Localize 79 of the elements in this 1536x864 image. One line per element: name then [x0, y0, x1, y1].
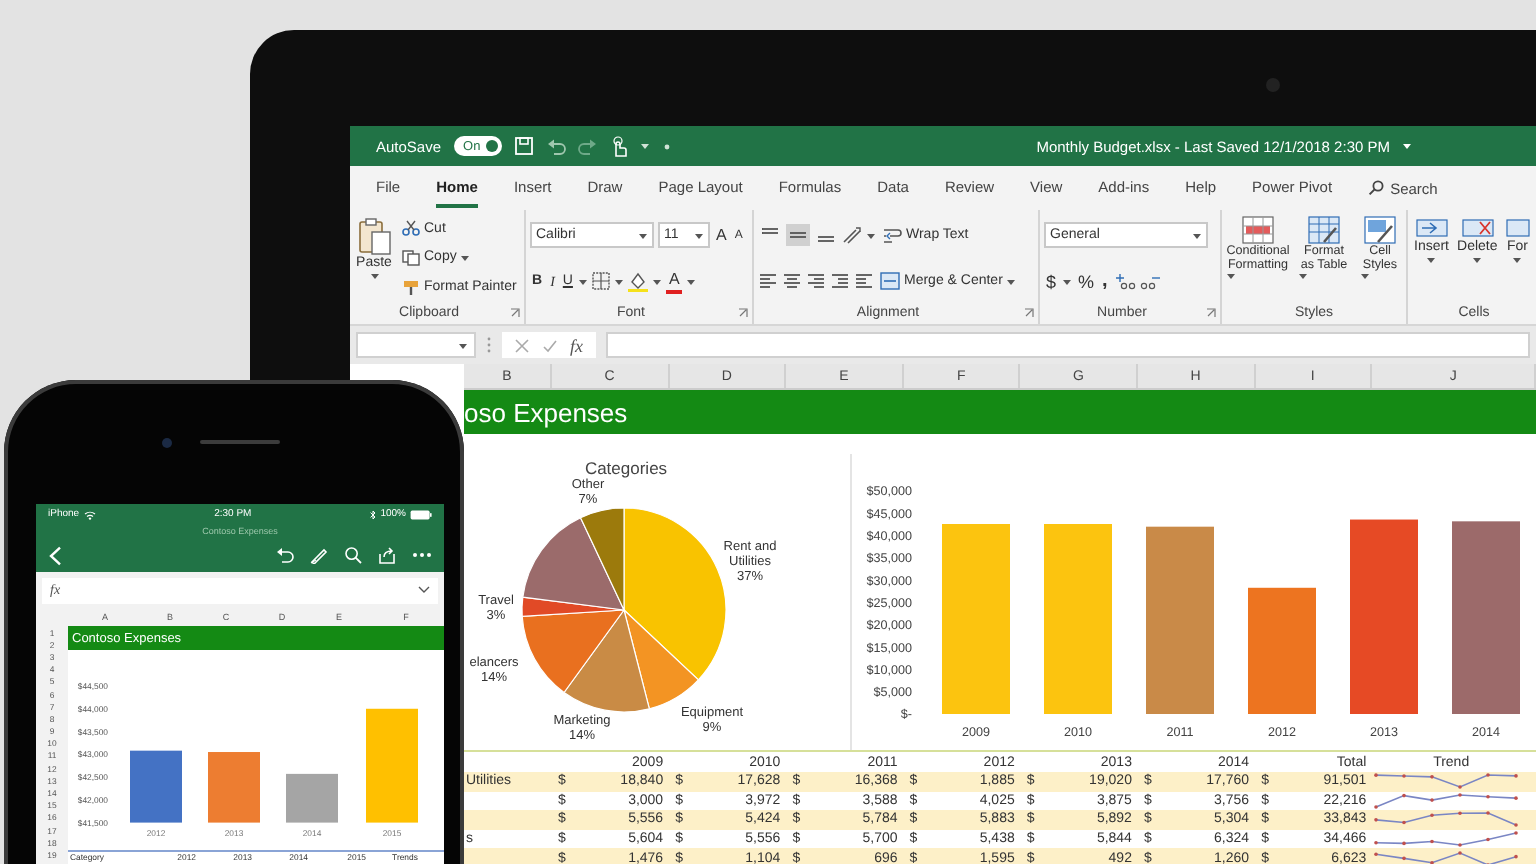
dialog-launcher-icon[interactable] — [510, 308, 520, 318]
caret-icon[interactable] — [866, 231, 876, 239]
back-icon[interactable] — [48, 545, 62, 565]
caret-icon[interactable] — [638, 231, 648, 240]
percent-button[interactable]: % — [1076, 269, 1097, 293]
wrap-text-icon — [882, 226, 902, 244]
delete-cells-icon — [1461, 216, 1494, 240]
sheet-title: oso Expenses — [464, 390, 1536, 434]
insert-cells-icon — [1415, 216, 1448, 240]
share-icon[interactable] — [378, 546, 396, 564]
insert-function-button[interactable]: fx — [570, 335, 583, 355]
caret-icon[interactable] — [614, 277, 625, 286]
caret-icon[interactable] — [652, 277, 663, 286]
chart-bar — [286, 774, 338, 824]
chart-bar — [1248, 587, 1316, 714]
dialog-launcher-icon[interactable] — [1024, 308, 1034, 318]
caret-icon[interactable] — [1006, 277, 1017, 285]
comma-button[interactable]: , — [1100, 268, 1110, 294]
indent-increase-icon[interactable] — [854, 272, 874, 290]
caret-icon[interactable] — [369, 272, 379, 281]
align-right-icon[interactable] — [806, 272, 826, 290]
undo-icon[interactable] — [276, 546, 294, 564]
align-left-icon[interactable] — [758, 272, 778, 290]
more-icon[interactable] — [412, 552, 432, 558]
caret-icon[interactable] — [694, 231, 704, 240]
text-angle-icon[interactable] — [842, 226, 862, 244]
caret-icon[interactable] — [640, 142, 651, 150]
font-color-button[interactable]: A — [666, 269, 682, 294]
grow-font-button[interactable]: A — [714, 224, 729, 247]
wifi-icon — [83, 509, 96, 519]
caret-icon[interactable] — [458, 341, 468, 349]
currency-button[interactable]: $ — [1044, 269, 1059, 293]
caret-icon[interactable] — [685, 277, 696, 286]
chart-bar — [130, 751, 182, 824]
caret-icon[interactable] — [1472, 256, 1483, 265]
caret-icon[interactable] — [460, 253, 471, 262]
align-center-icon[interactable] — [782, 272, 802, 290]
caret-icon[interactable] — [1298, 272, 1308, 281]
chevron-down-icon — [418, 586, 430, 594]
cell-styles-icon — [1364, 216, 1396, 244]
brush-icon — [402, 279, 420, 296]
pen-icon[interactable] — [310, 546, 328, 564]
caret-icon[interactable] — [1360, 272, 1370, 281]
copy-icon — [402, 249, 420, 266]
caret-icon[interactable] — [1062, 277, 1073, 285]
caret-icon[interactable] — [1192, 231, 1202, 239]
formula-input[interactable] — [605, 332, 1530, 358]
chart-bar — [208, 752, 260, 824]
dialog-launcher-icon[interactable] — [738, 308, 748, 318]
undo-icon[interactable] — [546, 137, 567, 155]
camera-lens — [162, 438, 172, 448]
increase-decimal-icon[interactable] — [1113, 272, 1136, 290]
hand-icon[interactable] — [610, 135, 629, 157]
merge-icon — [880, 272, 900, 290]
decrease-decimal-icon[interactable] — [1139, 272, 1162, 290]
dialog-launcher-icon[interactable] — [1206, 308, 1216, 318]
borders-icon[interactable] — [592, 272, 611, 291]
search-icon — [1368, 180, 1385, 196]
caret-icon[interactable] — [1402, 142, 1412, 150]
chart-bar — [366, 709, 418, 824]
save-icon[interactable] — [514, 136, 535, 156]
customize-icon[interactable] — [662, 141, 673, 151]
fill-color-icon[interactable] — [628, 271, 649, 292]
indent-decrease-icon[interactable] — [830, 272, 850, 290]
clipboard-icon — [356, 216, 392, 256]
conditional-format-icon — [1242, 216, 1274, 244]
search-icon[interactable] — [344, 546, 362, 564]
scissors-icon — [402, 220, 420, 237]
format-cells-icon — [1505, 216, 1530, 240]
caret-icon[interactable] — [1426, 256, 1437, 265]
table-format-icon — [1308, 216, 1340, 244]
battery-icon — [410, 509, 432, 519]
caret-icon[interactable] — [1512, 256, 1523, 265]
caret-icon[interactable] — [578, 277, 589, 286]
more-vertical-icon — [486, 336, 492, 354]
chart-title: Categories — [584, 458, 668, 478]
caret-icon[interactable] — [1226, 272, 1237, 281]
check-icon[interactable] — [542, 337, 558, 353]
bluetooth-icon — [370, 509, 377, 519]
